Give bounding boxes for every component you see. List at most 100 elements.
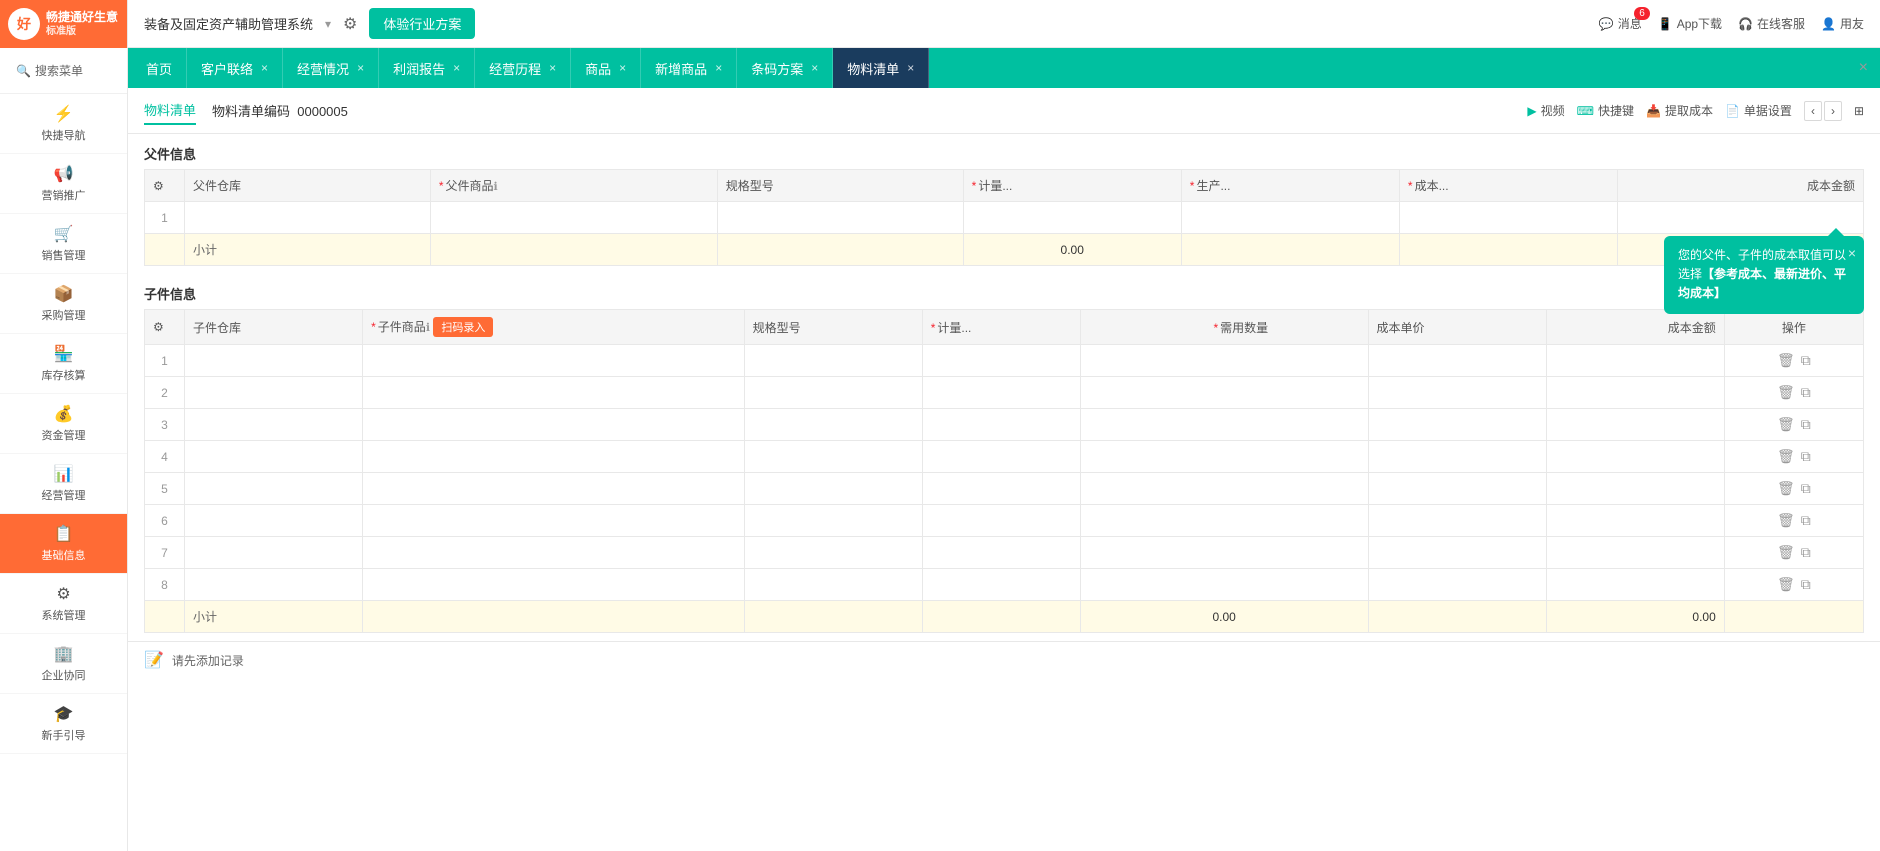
tab-new-goods[interactable]: 新增商品 × xyxy=(641,48,737,88)
sidebar-item-marketing[interactable]: 📢 营销推广 xyxy=(0,154,127,214)
child-warehouse-2[interactable] xyxy=(185,377,363,409)
child-unit-5[interactable] xyxy=(922,473,1080,505)
sidebar-item-finance[interactable]: 💰 资金管理 xyxy=(0,394,127,454)
delete-row-8-button[interactable]: 🗑 xyxy=(1777,576,1795,593)
tab-close-profit[interactable]: × xyxy=(453,61,460,75)
child-goods-8[interactable] xyxy=(363,569,744,601)
parent-unit-cell[interactable] xyxy=(963,202,1181,234)
delete-row-5-button[interactable]: 🗑 xyxy=(1777,480,1795,497)
scan-input-button[interactable]: 扫码录入 xyxy=(433,317,493,337)
child-spec-3[interactable] xyxy=(744,409,922,441)
child-unit-cost-6[interactable] xyxy=(1368,505,1546,537)
user-menu-button[interactable]: 👤 用友 xyxy=(1821,15,1864,32)
sidebar-item-basic-info[interactable]: 📋 基础信息 xyxy=(0,514,127,574)
next-record-button[interactable]: › xyxy=(1824,101,1842,121)
child-unit-cost-8[interactable] xyxy=(1368,569,1546,601)
tab-operations-status[interactable]: 经营情况 × xyxy=(283,48,379,88)
child-goods-7[interactable] xyxy=(363,537,744,569)
trial-button[interactable]: 体验行业方案 xyxy=(369,8,475,39)
tab-close-history[interactable]: × xyxy=(549,61,556,75)
child-qty-7[interactable] xyxy=(1080,537,1368,569)
delete-row-7-button[interactable]: 🗑 xyxy=(1777,544,1795,561)
child-warehouse-8[interactable] xyxy=(185,569,363,601)
parent-warehouse-cell[interactable] xyxy=(185,202,431,234)
copy-row-5-button[interactable]: ⧉ xyxy=(1801,480,1811,497)
settings-gear-icon[interactable]: ⚙ xyxy=(343,14,357,34)
tab-close-bom[interactable]: × xyxy=(907,61,914,75)
sidebar-item-guide[interactable]: 🎓 新手引导 xyxy=(0,694,127,754)
child-unit-7[interactable] xyxy=(922,537,1080,569)
delete-row-1-button[interactable]: 🗑 xyxy=(1777,352,1795,369)
child-unit-8[interactable] xyxy=(922,569,1080,601)
child-unit-cost-2[interactable] xyxy=(1368,377,1546,409)
child-warehouse-7[interactable] xyxy=(185,537,363,569)
tab-barcode[interactable]: 条码方案 × xyxy=(737,48,833,88)
grid-view-button[interactable]: ⊞ xyxy=(1854,104,1864,118)
shortcut-button[interactable]: ⌨ 快捷键 xyxy=(1577,102,1634,119)
online-service-button[interactable]: 🎧 在线客服 xyxy=(1738,15,1805,32)
child-unit-2[interactable] xyxy=(922,377,1080,409)
child-qty-8[interactable] xyxy=(1080,569,1368,601)
single-settings-button[interactable]: 📄 单据设置 xyxy=(1725,102,1792,119)
copy-row-7-button[interactable]: ⧉ xyxy=(1801,544,1811,561)
tab-goods[interactable]: 商品 × xyxy=(571,48,641,88)
delete-row-3-button[interactable]: 🗑 xyxy=(1777,416,1795,433)
sidebar-item-enterprise[interactable]: 🏢 企业协同 xyxy=(0,634,127,694)
delete-row-6-button[interactable]: 🗑 xyxy=(1777,512,1795,529)
child-qty-1[interactable] xyxy=(1080,345,1368,377)
child-goods-6[interactable] xyxy=(363,505,744,537)
child-spec-8[interactable] xyxy=(744,569,922,601)
tab-profit[interactable]: 利润报告 × xyxy=(379,48,475,88)
sub-tab-bom-list[interactable]: 物料清单 xyxy=(144,96,196,125)
tab-close-new-goods[interactable]: × xyxy=(715,61,722,75)
copy-row-3-button[interactable]: ⧉ xyxy=(1801,416,1811,433)
tab-customers[interactable]: 客户联络 × xyxy=(187,48,283,88)
child-goods-1[interactable] xyxy=(363,345,744,377)
sidebar-item-inventory[interactable]: 🏪 库存核算 xyxy=(0,334,127,394)
child-qty-5[interactable] xyxy=(1080,473,1368,505)
copy-row-8-button[interactable]: ⧉ xyxy=(1801,576,1811,593)
tab-home[interactable]: 首页 xyxy=(132,48,187,88)
parent-production-cell[interactable] xyxy=(1181,202,1399,234)
child-goods-4[interactable] xyxy=(363,441,744,473)
extract-cost-button[interactable]: 📥 提取成本 xyxy=(1646,102,1713,119)
child-goods-2[interactable] xyxy=(363,377,744,409)
child-qty-3[interactable] xyxy=(1080,409,1368,441)
close-all-tabs-button[interactable]: × xyxy=(1851,59,1876,77)
sidebar-item-system[interactable]: ⚙ 系统管理 xyxy=(0,574,127,634)
parent-spec-cell[interactable] xyxy=(717,202,963,234)
copy-row-6-button[interactable]: ⧉ xyxy=(1801,512,1811,529)
child-goods-3[interactable] xyxy=(363,409,744,441)
sidebar-item-sales[interactable]: 🛒 销售管理 xyxy=(0,214,127,274)
child-unit-3[interactable] xyxy=(922,409,1080,441)
child-warehouse-6[interactable] xyxy=(185,505,363,537)
parent-goods-cell[interactable] xyxy=(430,202,717,234)
child-unit-1[interactable] xyxy=(922,345,1080,377)
child-unit-cost-7[interactable] xyxy=(1368,537,1546,569)
sidebar-item-purchase[interactable]: 📦 采购管理 xyxy=(0,274,127,334)
message-button[interactable]: 💬 消息 6 xyxy=(1599,15,1642,32)
tooltip-close-button[interactable]: × xyxy=(1848,242,1856,264)
child-unit-cost-4[interactable] xyxy=(1368,441,1546,473)
child-unit-cost-5[interactable] xyxy=(1368,473,1546,505)
search-menu-button[interactable]: 🔍 搜索菜单 xyxy=(8,56,119,85)
tab-history[interactable]: 经营历程 × xyxy=(475,48,571,88)
copy-row-4-button[interactable]: ⧉ xyxy=(1801,448,1811,465)
child-spec-7[interactable] xyxy=(744,537,922,569)
child-goods-5[interactable] xyxy=(363,473,744,505)
prev-record-button[interactable]: ‹ xyxy=(1804,101,1822,121)
child-qty-6[interactable] xyxy=(1080,505,1368,537)
delete-row-4-button[interactable]: 🗑 xyxy=(1777,448,1795,465)
child-qty-4[interactable] xyxy=(1080,441,1368,473)
tab-bom[interactable]: 物料清单 × xyxy=(833,48,929,88)
sidebar-item-quick-nav[interactable]: ⚡ 快捷导航 xyxy=(0,94,127,154)
child-spec-2[interactable] xyxy=(744,377,922,409)
child-spec-6[interactable] xyxy=(744,505,922,537)
child-spec-1[interactable] xyxy=(744,345,922,377)
tab-close-customers[interactable]: × xyxy=(261,61,268,75)
child-unit-cost-3[interactable] xyxy=(1368,409,1546,441)
copy-row-1-button[interactable]: ⧉ xyxy=(1801,352,1811,369)
parent-cost-cell[interactable] xyxy=(1399,202,1617,234)
child-spec-5[interactable] xyxy=(744,473,922,505)
tab-close-barcode[interactable]: × xyxy=(811,61,818,75)
